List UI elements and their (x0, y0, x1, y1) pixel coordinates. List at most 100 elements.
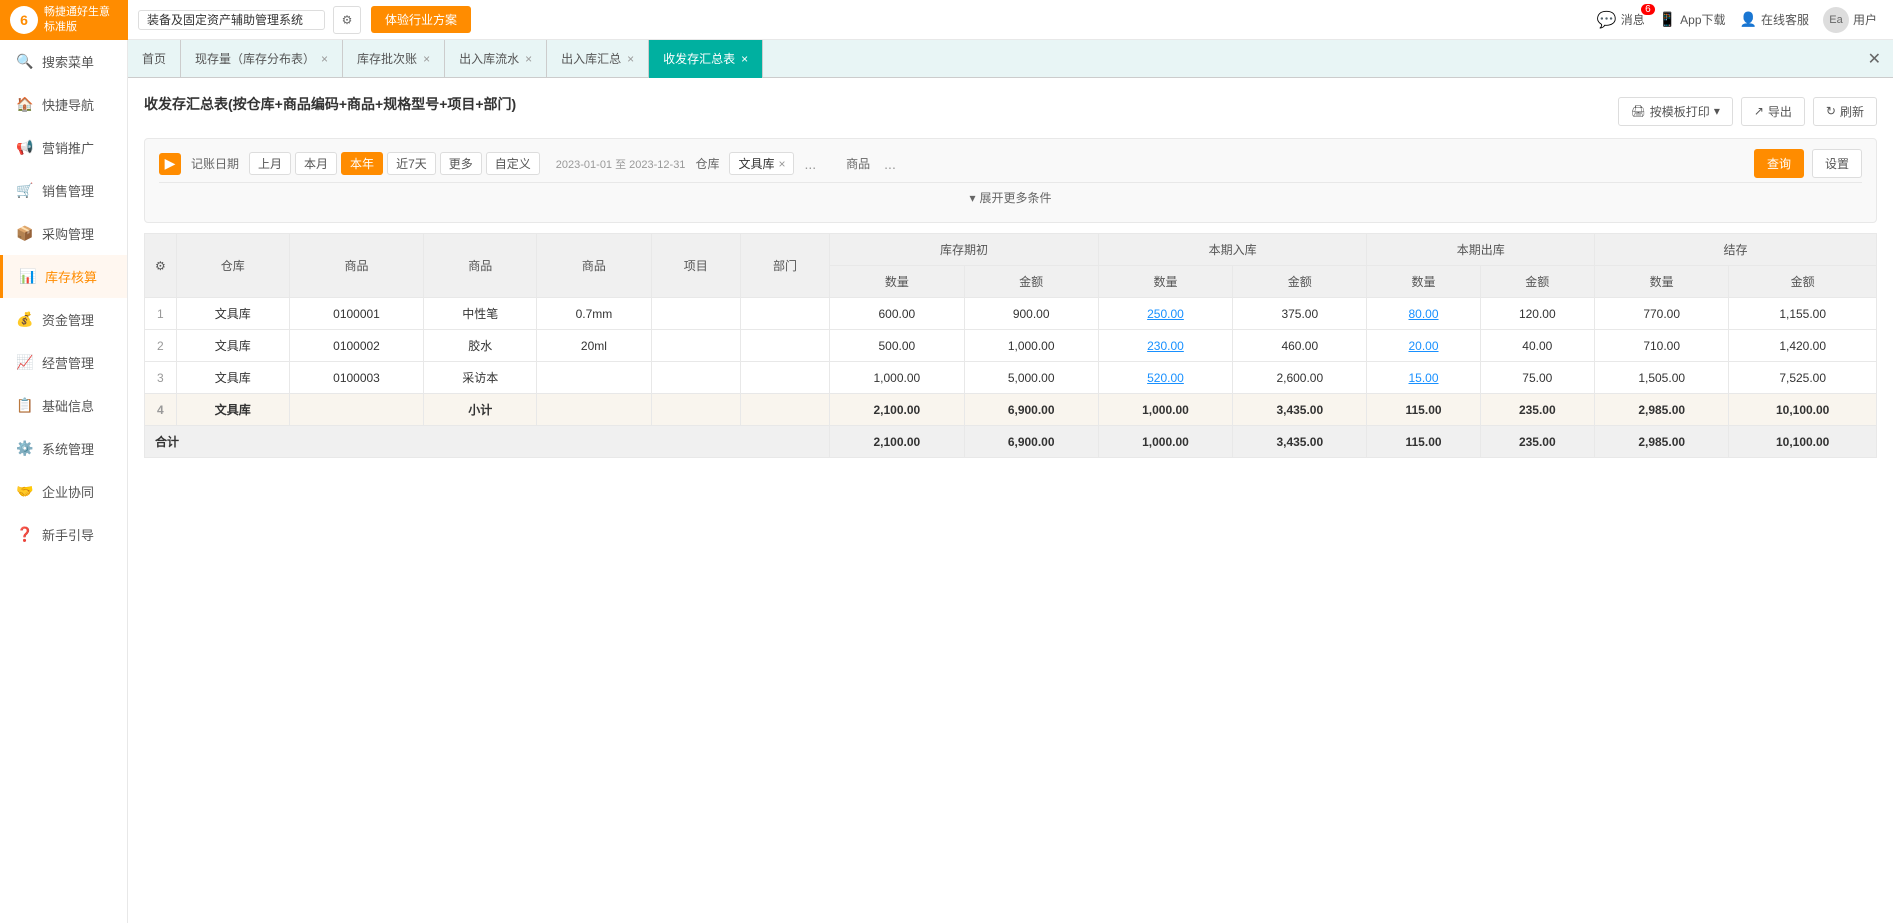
table-cell: 1,420.00 (1729, 330, 1877, 362)
app-download-button[interactable]: 📱 App下载 (1659, 11, 1726, 28)
content-area: 首页 现存量（库存分布表） × 库存批次账 × 出入库流水 × 出入库汇总 × … (128, 40, 1893, 923)
table-cell: 3,435.00 (1233, 394, 1367, 426)
sidebar-item-finance[interactable]: 💰 资金管理 (0, 298, 127, 341)
close-all-tabs-button[interactable]: ✕ (1856, 40, 1893, 78)
footer-init-qty: 2,100.00 (830, 426, 964, 458)
filter-settings-button[interactable]: 设置 (1812, 149, 1862, 178)
footer-out-qty: 115.00 (1367, 426, 1480, 458)
table-cell (537, 394, 651, 426)
warehouse-more-dots[interactable]: ... (804, 156, 816, 172)
page-header: 收发存汇总表(按仓库+商品编码+商品+规格型号+项目+部门) 🖨 按模板打印 ▾… (144, 94, 1877, 128)
table-cell: 文具库 (176, 362, 289, 394)
date-btn-prev-month[interactable]: 上月 (249, 152, 291, 175)
col-header-bal: 结存 (1595, 234, 1877, 266)
table-cell: 1,155.00 (1729, 298, 1877, 330)
date-btn-custom[interactable]: 自定义 (486, 152, 540, 175)
table-cell (537, 362, 651, 394)
table-cell: 7,525.00 (1729, 362, 1877, 394)
table-footer-row: 合计 2,100.00 6,900.00 1,000.00 3,435.00 1… (145, 426, 1877, 458)
sidebar-item-label: 采购管理 (42, 224, 94, 243)
goods-more-dots[interactable]: ... (884, 156, 896, 172)
tab-inout-summary[interactable]: 出入库汇总 × (547, 40, 649, 78)
table-cell: 600.00 (830, 298, 964, 330)
table-row: 3文具库0100003采访本1,000.005,000.00520.002,60… (145, 362, 1877, 394)
sidebar-item-sales[interactable]: 🛒 销售管理 (0, 169, 127, 212)
home-icon: 🏠 (16, 96, 34, 114)
warehouse-tag-close[interactable]: × (778, 157, 785, 171)
sidebar-item-label: 资金管理 (42, 310, 94, 329)
table-cell: 文具库 (176, 394, 289, 426)
print-label: 按模板打印 (1650, 103, 1710, 120)
table-cell[interactable]: 520.00 (1098, 362, 1232, 394)
user-avatar: Ea (1823, 7, 1849, 33)
tab-stock-dist[interactable]: 现存量（库存分布表） × (181, 40, 343, 78)
system-title-select[interactable]: 装备及固定资产辅助管理系统 (138, 10, 325, 30)
online-service-button[interactable]: 👤 在线客服 (1740, 11, 1809, 28)
tab-home[interactable]: 首页 (128, 40, 181, 78)
table-cell[interactable]: 230.00 (1098, 330, 1232, 362)
trial-button[interactable]: 体验行业方案 (371, 6, 471, 33)
user-button[interactable]: Ea 用户 (1823, 7, 1877, 33)
tab-recv-send[interactable]: 收发存汇总表 × (649, 40, 763, 78)
col-header-spec: 商品 (537, 234, 651, 298)
sidebar-item-operations[interactable]: 📈 经营管理 (0, 341, 127, 384)
tab-inout-summary-close[interactable]: × (627, 52, 634, 66)
tab-inout-flow[interactable]: 出入库流水 × (445, 40, 547, 78)
page-title: 收发存汇总表(按仓库+商品编码+商品+规格型号+项目+部门) (144, 94, 516, 114)
table-cell[interactable]: 15.00 (1367, 362, 1480, 394)
print-button[interactable]: 🖨 按模板打印 ▾ (1618, 97, 1733, 126)
table-cell[interactable]: 80.00 (1367, 298, 1480, 330)
tab-inout-flow-label: 出入库流水 (459, 50, 519, 67)
footer-bal-qty: 2,985.00 (1595, 426, 1729, 458)
tab-batch[interactable]: 库存批次账 × (343, 40, 445, 78)
gear-button[interactable]: ⚙ (333, 6, 361, 34)
table-cell: 20ml (537, 330, 651, 362)
footer-label: 合计 (145, 426, 830, 458)
table-cell: 75.00 (1480, 362, 1594, 394)
tab-recv-send-close[interactable]: × (741, 52, 748, 66)
table-container: ⚙ 仓库 商品 商品 商品 项目 部门 库存期初 本期入库 本期出库 结存 (144, 233, 1877, 458)
query-button[interactable]: 查询 (1754, 149, 1804, 178)
refresh-icon: ↻ (1826, 104, 1836, 118)
col-header-in: 本期入库 (1098, 234, 1367, 266)
date-btn-this-year[interactable]: 本年 (341, 152, 383, 175)
footer-bal-amt: 10,100.00 (1729, 426, 1877, 458)
sidebar-item-shortcut[interactable]: 🏠 快捷导航 (0, 83, 127, 126)
tab-bar: 首页 现存量（库存分布表） × 库存批次账 × 出入库流水 × 出入库汇总 × … (128, 40, 1893, 78)
table-cell: 3 (145, 362, 177, 394)
sidebar-item-search[interactable]: 🔍 搜索菜单 (0, 40, 127, 83)
sidebar-item-label: 营销推广 (42, 138, 94, 157)
table-settings-header[interactable]: ⚙ (145, 234, 177, 298)
refresh-label: 刷新 (1840, 103, 1864, 120)
message-button[interactable]: 💬 6 消息 (1597, 10, 1645, 30)
warehouse-label: 仓库 (695, 155, 719, 172)
sidebar-item-newbie[interactable]: ❓ 新手引导 (0, 513, 127, 556)
print-export-area: 🖨 按模板打印 ▾ ↗ 导出 ↻ 刷新 (1618, 97, 1877, 126)
table-cell (289, 394, 423, 426)
app-download-label: App下载 (1680, 11, 1725, 28)
tab-batch-close[interactable]: × (423, 52, 430, 66)
export-button[interactable]: ↗ 导出 (1741, 97, 1805, 126)
date-btn-more[interactable]: 更多 (440, 152, 482, 175)
sidebar-item-system[interactable]: ⚙️ 系统管理 (0, 427, 127, 470)
warehouse-tag[interactable]: 文具库 × (729, 152, 794, 175)
table-cell: 1,505.00 (1595, 362, 1729, 394)
sidebar-item-enterprise[interactable]: 🤝 企业协同 (0, 470, 127, 513)
footer-in-amt: 3,435.00 (1233, 426, 1367, 458)
export-label: 导出 (1768, 103, 1792, 120)
expand-label: 展开更多条件 (980, 189, 1052, 206)
tab-inout-flow-close[interactable]: × (525, 52, 532, 66)
tab-stock-dist-close[interactable]: × (321, 52, 328, 66)
sidebar-item-purchase[interactable]: 📦 采购管理 (0, 212, 127, 255)
refresh-button[interactable]: ↻ 刷新 (1813, 97, 1877, 126)
date-btn-this-month[interactable]: 本月 (295, 152, 337, 175)
date-btn-7days[interactable]: 近7天 (387, 152, 436, 175)
sidebar-item-marketing[interactable]: 📢 营销推广 (0, 126, 127, 169)
table-cell[interactable]: 250.00 (1098, 298, 1232, 330)
filter-toggle-button[interactable]: ▶ (159, 153, 181, 175)
sidebar-item-inventory[interactable]: 📊 库存核算 (0, 255, 127, 298)
table-cell[interactable]: 20.00 (1367, 330, 1480, 362)
expand-more-button[interactable]: ▾ 展开更多条件 (159, 182, 1862, 212)
sidebar-item-basic[interactable]: 📋 基础信息 (0, 384, 127, 427)
table-cell: 900.00 (964, 298, 1098, 330)
